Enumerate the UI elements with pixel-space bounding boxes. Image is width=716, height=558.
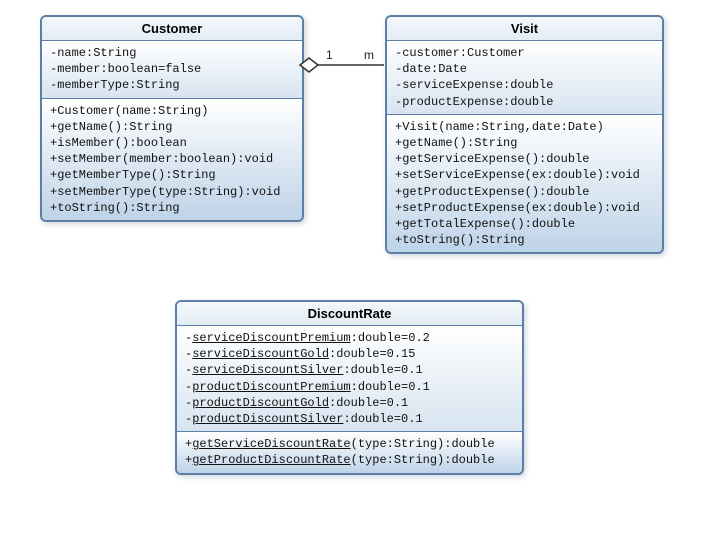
static-rest: (type:String):double <box>351 437 495 451</box>
method-line: +getServiceExpense():double <box>395 151 654 167</box>
static-name: getProductDiscountRate <box>192 453 350 467</box>
static-rest: :double=0.15 <box>329 347 415 361</box>
method-line: +getMemberType():String <box>50 167 294 183</box>
attr-line: -member:boolean=false <box>50 61 294 77</box>
multiplicity-left: 1 <box>326 48 333 62</box>
method-line: +toString():String <box>50 200 294 216</box>
class-visit: Visit -customer:Customer -date:Date -ser… <box>385 15 664 254</box>
attr-line: -productDiscountPremium:double=0.1 <box>185 379 514 395</box>
class-discountrate-title: DiscountRate <box>177 302 522 326</box>
attr-line: -serviceDiscountGold:double=0.15 <box>185 346 514 362</box>
static-name: productDiscountGold <box>192 396 329 410</box>
method-line: +getTotalExpense():double <box>395 216 654 232</box>
method-line: +toString():String <box>395 232 654 248</box>
method-line: +isMember():boolean <box>50 135 294 151</box>
method-line: +setMemberType(type:String):void <box>50 184 294 200</box>
static-name: serviceDiscountPremium <box>192 331 350 345</box>
class-visit-attributes: -customer:Customer -date:Date -serviceEx… <box>387 41 662 115</box>
class-visit-title: Visit <box>387 17 662 41</box>
static-rest: (type:String):double <box>351 453 495 467</box>
method-line: +setServiceExpense(ex:double):void <box>395 167 654 183</box>
attr-line: -name:String <box>50 45 294 61</box>
static-name: serviceDiscountSilver <box>192 363 343 377</box>
static-rest: :double=0.1 <box>343 412 422 426</box>
static-rest: :double=0.2 <box>351 331 430 345</box>
aggregation-diamond-icon <box>298 56 320 74</box>
method-line: +getName():String <box>50 119 294 135</box>
method-line: +getProductExpense():double <box>395 184 654 200</box>
attr-line: -date:Date <box>395 61 654 77</box>
class-customer-title: Customer <box>42 17 302 41</box>
static-name: productDiscountSilver <box>192 412 343 426</box>
method-line: +getProductDiscountRate(type:String):dou… <box>185 452 514 468</box>
attr-line: -productExpense:double <box>395 94 654 110</box>
attr-line: -productDiscountSilver:double=0.1 <box>185 411 514 427</box>
static-rest: :double=0.1 <box>351 380 430 394</box>
attr-line: -serviceDiscountSilver:double=0.1 <box>185 362 514 378</box>
attr-line: -serviceDiscountPremium:double=0.2 <box>185 330 514 346</box>
attr-line: -serviceExpense:double <box>395 77 654 93</box>
class-discountrate-methods: +getServiceDiscountRate(type:String):dou… <box>177 432 522 472</box>
method-line: +setProductExpense(ex:double):void <box>395 200 654 216</box>
attr-line: -memberType:String <box>50 77 294 93</box>
attr-line: -productDiscountGold:double=0.1 <box>185 395 514 411</box>
multiplicity-right: m <box>364 48 374 62</box>
static-name: serviceDiscountGold <box>192 347 329 361</box>
class-discountrate: DiscountRate -serviceDiscountPremium:dou… <box>175 300 524 475</box>
attr-line: -customer:Customer <box>395 45 654 61</box>
static-name: getServiceDiscountRate <box>192 437 350 451</box>
class-customer-methods: +Customer(name:String) +getName():String… <box>42 99 302 220</box>
static-rest: :double=0.1 <box>343 363 422 377</box>
class-customer: Customer -name:String -member:boolean=fa… <box>40 15 304 222</box>
method-line: +getName():String <box>395 135 654 151</box>
class-discountrate-attributes: -serviceDiscountPremium:double=0.2 -serv… <box>177 326 522 432</box>
class-visit-methods: +Visit(name:String,date:Date) +getName()… <box>387 115 662 253</box>
static-rest: :double=0.1 <box>329 396 408 410</box>
method-line: +Visit(name:String,date:Date) <box>395 119 654 135</box>
class-customer-attributes: -name:String -member:boolean=false -memb… <box>42 41 302 99</box>
method-line: +setMember(member:boolean):void <box>50 151 294 167</box>
method-line: +Customer(name:String) <box>50 103 294 119</box>
static-name: productDiscountPremium <box>192 380 350 394</box>
method-line: +getServiceDiscountRate(type:String):dou… <box>185 436 514 452</box>
